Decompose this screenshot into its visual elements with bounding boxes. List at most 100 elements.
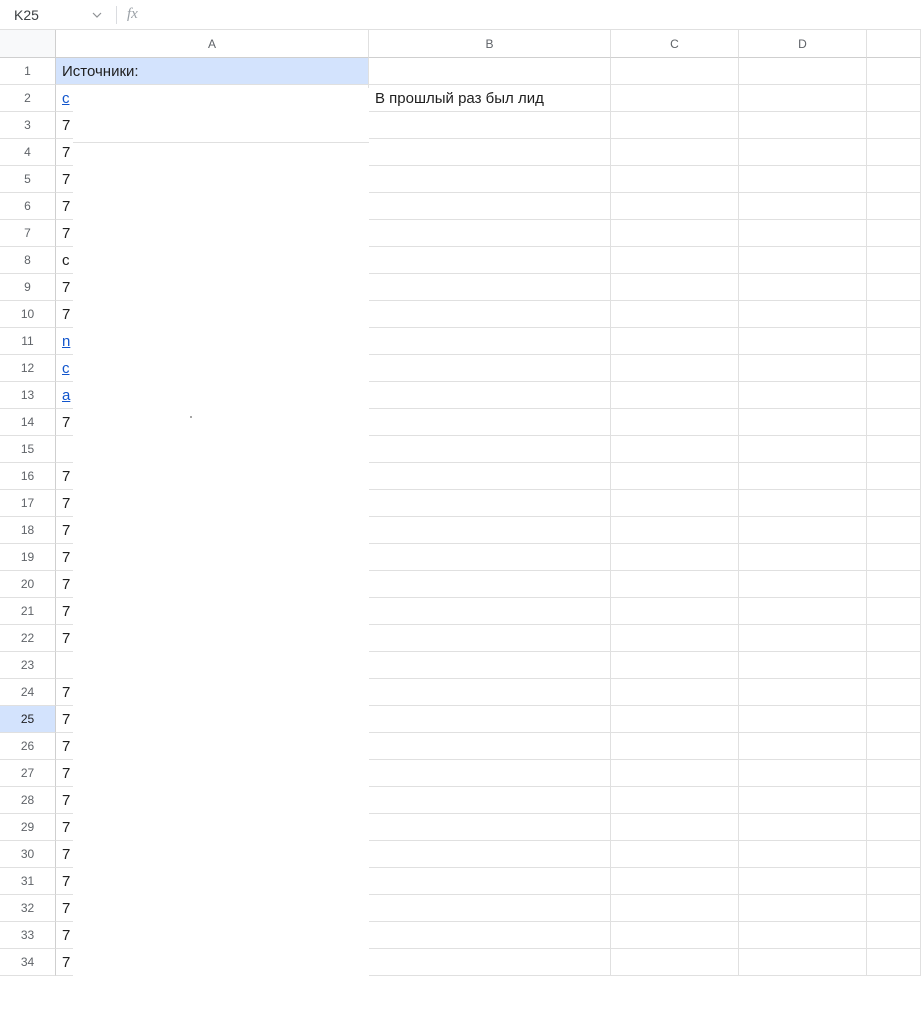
cell[interactable] — [369, 679, 611, 706]
cell[interactable] — [867, 760, 921, 787]
cell[interactable] — [611, 625, 739, 652]
column-header-E[interactable] — [867, 30, 921, 58]
cell[interactable] — [739, 571, 867, 598]
row-header[interactable]: 18 — [0, 517, 56, 544]
cell[interactable] — [611, 922, 739, 949]
row-header[interactable]: 17 — [0, 490, 56, 517]
cell[interactable] — [867, 868, 921, 895]
cell[interactable] — [739, 355, 867, 382]
row-header[interactable]: 12 — [0, 355, 56, 382]
cell[interactable] — [867, 193, 921, 220]
cell[interactable] — [867, 922, 921, 949]
cell[interactable] — [867, 112, 921, 139]
cell[interactable] — [611, 58, 739, 85]
cell[interactable] — [867, 733, 921, 760]
cell[interactable] — [739, 706, 867, 733]
cell[interactable] — [369, 625, 611, 652]
cell[interactable]: 7 — [56, 301, 369, 328]
cell[interactable] — [611, 463, 739, 490]
row-header[interactable]: 10 — [0, 301, 56, 328]
cell[interactable] — [369, 544, 611, 571]
row-header[interactable]: 30 — [0, 841, 56, 868]
cell[interactable] — [56, 436, 369, 463]
cell[interactable] — [867, 139, 921, 166]
cell[interactable] — [611, 409, 739, 436]
row-header[interactable]: 11 — [0, 328, 56, 355]
cell[interactable]: c — [56, 355, 369, 382]
cell[interactable] — [611, 652, 739, 679]
cell[interactable] — [369, 220, 611, 247]
cell[interactable] — [739, 814, 867, 841]
cell[interactable] — [867, 814, 921, 841]
row-header[interactable]: 29 — [0, 814, 56, 841]
cell[interactable]: 7 — [56, 112, 369, 139]
cell[interactable] — [739, 841, 867, 868]
row-header[interactable]: 16 — [0, 463, 56, 490]
row-header[interactable]: 19 — [0, 544, 56, 571]
cell[interactable] — [867, 787, 921, 814]
cell[interactable] — [739, 652, 867, 679]
cell[interactable] — [867, 679, 921, 706]
row-header[interactable]: 2 — [0, 85, 56, 112]
cell[interactable] — [867, 949, 921, 976]
cell[interactable] — [867, 895, 921, 922]
cell[interactable]: 7 — [56, 922, 369, 949]
cell[interactable] — [611, 220, 739, 247]
cell[interactable] — [611, 490, 739, 517]
cell[interactable] — [739, 193, 867, 220]
row-header[interactable]: 21 — [0, 598, 56, 625]
row-header[interactable]: 4 — [0, 139, 56, 166]
cell[interactable] — [369, 949, 611, 976]
cell[interactable] — [369, 355, 611, 382]
cell[interactable] — [369, 166, 611, 193]
cell[interactable] — [611, 841, 739, 868]
cell[interactable] — [369, 490, 611, 517]
cell[interactable] — [611, 814, 739, 841]
cell[interactable]: 7 — [56, 490, 369, 517]
cell[interactable] — [867, 436, 921, 463]
cell[interactable] — [739, 436, 867, 463]
cell[interactable] — [611, 679, 739, 706]
cell[interactable] — [867, 220, 921, 247]
cell[interactable] — [867, 598, 921, 625]
cell[interactable] — [369, 922, 611, 949]
cell[interactable] — [739, 382, 867, 409]
cell[interactable] — [739, 922, 867, 949]
cell[interactable] — [369, 814, 611, 841]
cell[interactable]: 7 — [56, 760, 369, 787]
cell[interactable] — [56, 652, 369, 679]
formula-input[interactable] — [146, 4, 915, 26]
cell[interactable] — [369, 571, 611, 598]
cell[interactable] — [739, 517, 867, 544]
cell[interactable] — [611, 787, 739, 814]
cell[interactable] — [739, 463, 867, 490]
cell[interactable] — [369, 706, 611, 733]
row-header[interactable]: 25 — [0, 706, 56, 733]
cell[interactable]: 7 — [56, 841, 369, 868]
cell[interactable]: 7 — [56, 463, 369, 490]
cell[interactable]: 7 — [56, 274, 369, 301]
cell[interactable] — [739, 166, 867, 193]
cell[interactable] — [739, 490, 867, 517]
cell[interactable]: 7 — [56, 571, 369, 598]
column-header-B[interactable]: B — [369, 30, 611, 58]
cell[interactable] — [867, 544, 921, 571]
cell[interactable] — [867, 274, 921, 301]
cell[interactable] — [739, 85, 867, 112]
cell[interactable] — [739, 895, 867, 922]
cell[interactable] — [369, 868, 611, 895]
cell[interactable] — [611, 382, 739, 409]
cell[interactable] — [369, 274, 611, 301]
cell[interactable] — [369, 436, 611, 463]
cell[interactable] — [611, 193, 739, 220]
cell[interactable]: n — [56, 328, 369, 355]
cell[interactable] — [611, 949, 739, 976]
cell[interactable] — [611, 301, 739, 328]
cell[interactable]: 7 — [56, 598, 369, 625]
cell[interactable] — [611, 733, 739, 760]
cell[interactable] — [739, 787, 867, 814]
cell[interactable] — [867, 841, 921, 868]
cell[interactable] — [611, 706, 739, 733]
cell[interactable]: 7 — [56, 544, 369, 571]
row-header[interactable]: 7 — [0, 220, 56, 247]
